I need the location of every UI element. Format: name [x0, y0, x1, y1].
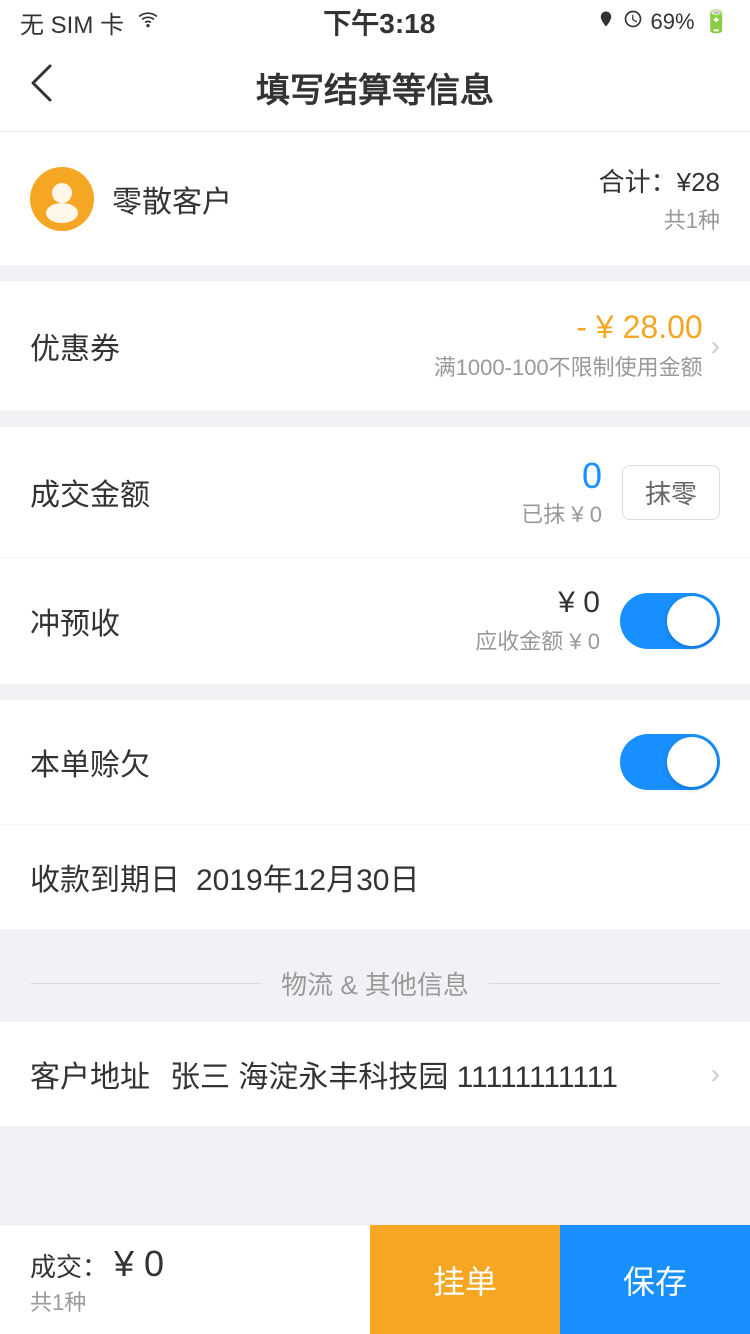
debt-toggle-knob [667, 737, 717, 787]
prepay-values: ¥ 0 应收金额 ¥ 0 [475, 586, 600, 656]
amount-label: 成交金额 [30, 470, 150, 514]
battery-label: 69% [651, 9, 695, 35]
chevron-right-icon: › [711, 330, 720, 362]
due-date-label: 收款到期日 [30, 855, 180, 899]
bottom-deal-amount: ¥ 0 [114, 1243, 164, 1285]
bottom-bar: 成交： ¥ 0 共1种 挂单 保存 [0, 1224, 750, 1334]
amount-row: 成交金额 0 已抹 ¥ 0 抹零 [0, 427, 750, 558]
save-button[interactable]: 保存 [560, 1225, 750, 1334]
wifi-icon [134, 8, 162, 36]
location-icon [597, 8, 615, 36]
bottom-info: 成交： ¥ 0 共1种 [0, 1225, 370, 1334]
toggle-knob [667, 596, 717, 646]
status-time: 下午3:18 [323, 2, 435, 42]
round-off-button[interactable]: 抹零 [622, 465, 720, 520]
address-chevron: › [703, 1058, 720, 1090]
logistics-label: 物流 & 其他信息 [281, 965, 469, 1002]
address-section: 客户地址 张三 海淀永丰科技园 11111111111 › [0, 1022, 750, 1126]
customer-row: 零散客户 合计：¥28 共1种 [0, 132, 750, 265]
customer-left: 零散客户 [30, 167, 232, 231]
prepay-row: 冲预收 ¥ 0 应收金额 ¥ 0 [0, 558, 750, 684]
customer-name: 零散客户 [112, 177, 232, 221]
customer-total: 合计：¥28 共1种 [599, 162, 720, 235]
save-button-label: 保存 [623, 1257, 687, 1303]
coupon-section: 优惠券 - ¥ 28.00 满1000-100不限制使用金额 › [0, 281, 750, 411]
amount-number: 0 [521, 455, 602, 497]
discount-desc: 满1000-100不限制使用金额 [434, 350, 703, 382]
battery-icon: 🔋 [703, 9, 730, 35]
due-date-row: 收款到期日 2019年12月30日 [0, 825, 750, 929]
prepay-toggle[interactable] [620, 593, 720, 649]
divider-line-right [489, 983, 720, 984]
coupon-right: - ¥ 28.00 满1000-100不限制使用金额 › [434, 309, 720, 382]
status-left: 无 SIM 卡 [20, 5, 162, 40]
customer-avatar [30, 167, 94, 231]
divider-line-left [30, 983, 261, 984]
coupon-row[interactable]: 优惠券 - ¥ 28.00 满1000-100不限制使用金额 › [0, 281, 750, 411]
total-count: 共1种 [599, 203, 720, 235]
hold-button-label: 挂单 [433, 1257, 497, 1303]
debt-toggle[interactable] [620, 734, 720, 790]
prepay-sub: 应收金额 ¥ 0 [475, 624, 600, 656]
debt-section: 本单赊欠 收款到期日 2019年12月30日 [0, 700, 750, 929]
prepay-label: 冲预收 [30, 599, 120, 643]
hold-button[interactable]: 挂单 [370, 1225, 560, 1334]
address-chevron-icon: › [711, 1058, 720, 1090]
debt-row: 本单赊欠 [0, 700, 750, 825]
prepay-amount: ¥ 0 [475, 586, 600, 620]
page-title: 填写结算等信息 [256, 63, 494, 112]
address-value: 张三 海淀永丰科技园 11111111111 [170, 1052, 703, 1096]
due-date-value: 2019年12月30日 [196, 855, 419, 899]
debt-label: 本单赊欠 [30, 740, 150, 784]
bottom-deal-label: 成交： [30, 1247, 108, 1284]
nav-bar: 填写结算等信息 [0, 44, 750, 132]
status-right: 69% 🔋 [597, 8, 730, 36]
total-label: 合计：¥28 [599, 162, 720, 199]
back-button[interactable] [30, 64, 52, 111]
bottom-count: 共1种 [30, 1285, 340, 1317]
address-label: 客户地址 [30, 1052, 150, 1096]
page-content: 零散客户 合计：¥28 共1种 优惠券 - ¥ 28.00 满1000-100不… [0, 132, 750, 1262]
prepay-right: ¥ 0 应收金额 ¥ 0 [475, 586, 720, 656]
alarm-icon [623, 9, 643, 35]
amount-right: 0 已抹 ¥ 0 抹零 [521, 455, 720, 529]
logistics-divider: 物流 & 其他信息 [0, 945, 750, 1022]
amount-sub: 已抹 ¥ 0 [521, 497, 602, 529]
coupon-value: - ¥ 28.00 满1000-100不限制使用金额 [434, 309, 703, 382]
status-bar: 无 SIM 卡 下午3:18 69% 🔋 [0, 0, 750, 44]
carrier-label: 无 SIM 卡 [20, 5, 124, 40]
address-row[interactable]: 客户地址 张三 海淀永丰科技园 11111111111 › [0, 1022, 750, 1126]
amount-col: 0 已抹 ¥ 0 [521, 455, 602, 529]
discount-amount: - ¥ 28.00 [434, 309, 703, 346]
coupon-label: 优惠券 [30, 324, 120, 368]
amount-section: 成交金额 0 已抹 ¥ 0 抹零 冲预收 ¥ 0 应收金额 ¥ 0 [0, 427, 750, 684]
